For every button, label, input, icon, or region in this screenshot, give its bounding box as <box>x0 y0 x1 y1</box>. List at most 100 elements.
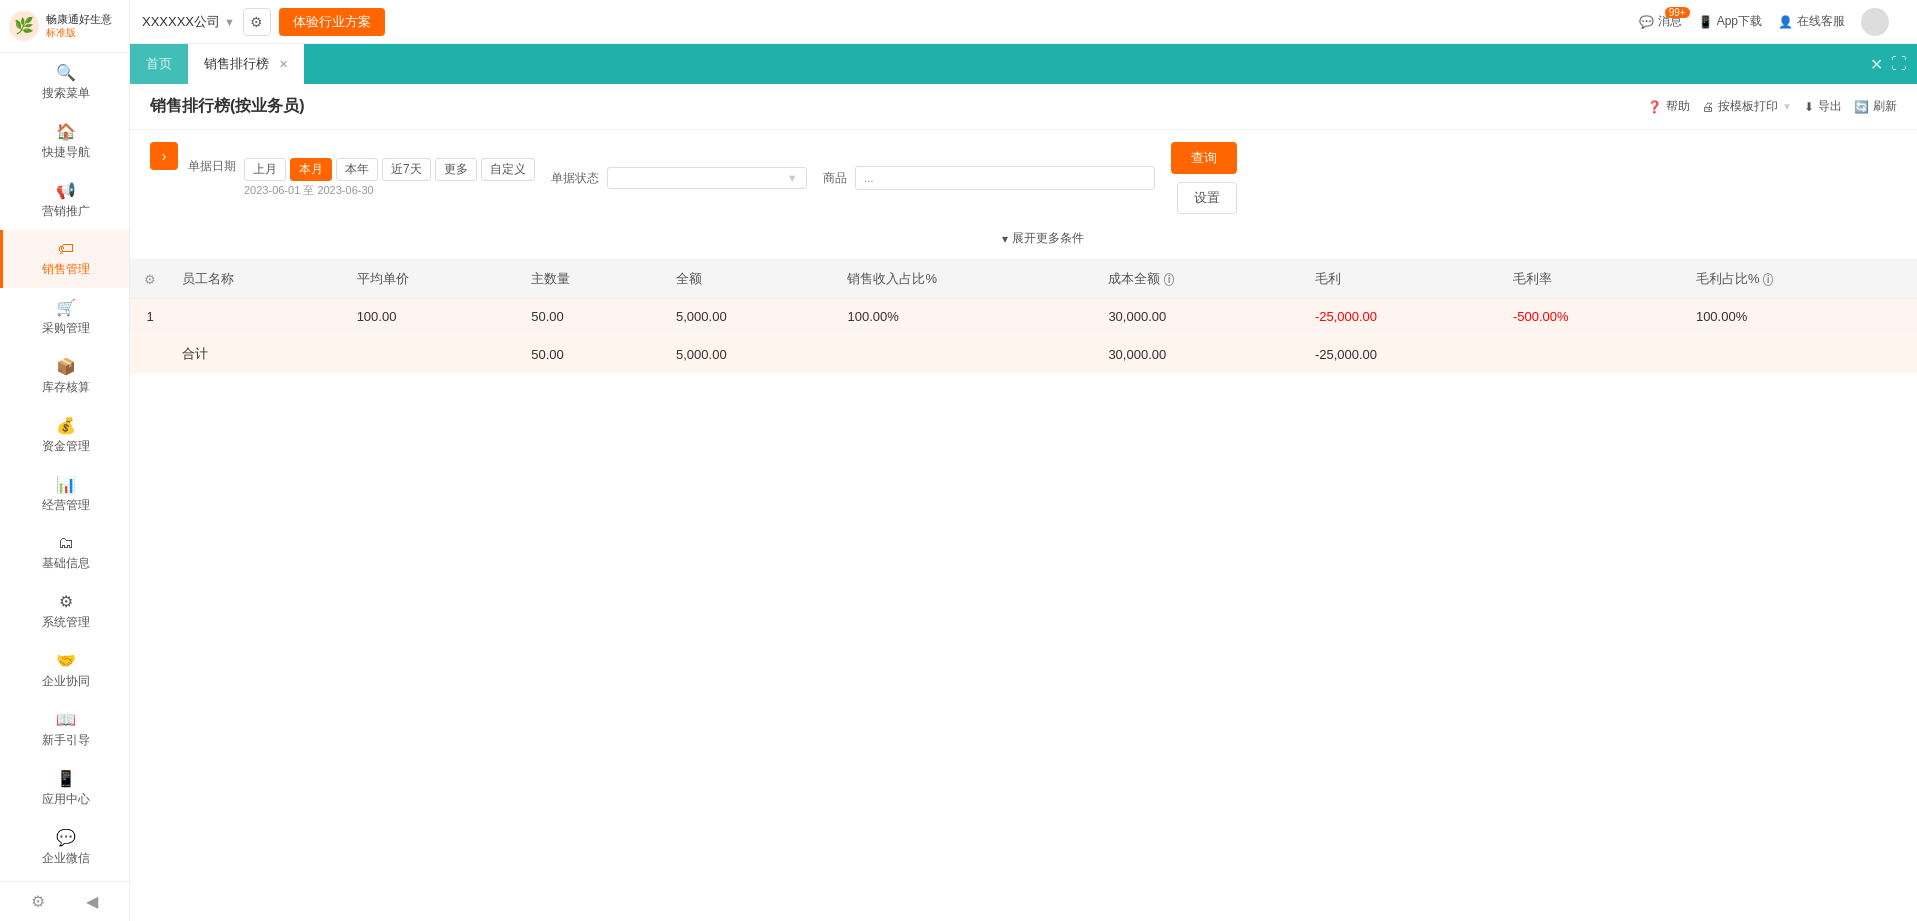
sidebar-item-marketing[interactable]: 📢 营销推广 <box>0 171 129 230</box>
operations-icon: 📊 <box>56 475 76 494</box>
basic-info-label: 基础信息 <box>42 555 90 572</box>
wechat-icon: 💬 <box>56 828 76 847</box>
date-btn-this-year[interactable]: 本年 <box>336 158 378 181</box>
message-action[interactable]: 💬 消息 99+ <box>1639 13 1682 30</box>
expand-more-button[interactable]: ▾ 展开更多条件 <box>1002 230 1084 247</box>
tab-sales-rank[interactable]: 销售排行榜 ✕ <box>188 44 304 84</box>
footer-avg <box>345 335 520 374</box>
table-header-row: ⚙ 员工名称 平均单价 主数量 全额 销售收入占比% 成本全额 i 毛利 毛利率 <box>130 260 1917 299</box>
status-select[interactable]: ▼ <box>607 167 807 189</box>
sidebar-item-app-center[interactable]: 📱 应用中心 <box>0 759 129 818</box>
finance-label: 资金管理 <box>42 438 90 455</box>
sidebar-item-guide[interactable]: 📖 新手引导 <box>0 700 129 759</box>
cell-total: 5,000.00 <box>664 299 835 335</box>
app-center-icon: 📱 <box>56 769 76 788</box>
col-gross-rate: 毛利率 <box>1501 260 1684 299</box>
date-btn-last-month[interactable]: 上月 <box>244 158 286 181</box>
quick-nav-icon: 🏠 <box>56 122 76 141</box>
online-service-action[interactable]: 👤 在线客服 <box>1778 13 1845 30</box>
main-area: XXXXXX公司 ▼ ⚙ 体验行业方案 💬 消息 99+ 📱 App下载 👤 在… <box>130 0 1917 921</box>
sidebar-item-operations[interactable]: 📊 经营管理 <box>0 465 129 524</box>
trial-button[interactable]: 体验行业方案 <box>279 8 385 36</box>
footer-quantity: 50.00 <box>519 335 664 374</box>
print-icon: 🖨 <box>1702 100 1714 114</box>
export-button[interactable]: ⬇ 导出 <box>1804 98 1842 115</box>
company-selector[interactable]: XXXXXX公司 ▼ <box>142 13 235 31</box>
tabbar-right: ✕ ⛶ <box>1870 55 1917 74</box>
search-icon: 🔍 <box>56 63 76 82</box>
help-button[interactable]: ❓ 帮助 <box>1647 98 1690 115</box>
user-avatar[interactable] <box>1861 8 1889 36</box>
page-title: 销售排行榜(按业务员) <box>150 96 305 117</box>
status-filter-group: 单据状态 ▼ <box>551 167 807 189</box>
collapse-filter-button[interactable]: › <box>150 142 178 170</box>
purchase-icon: 🛒 <box>56 298 76 317</box>
date-btn-custom[interactable]: 自定义 <box>481 158 535 181</box>
close-window-icon[interactable]: ✕ <box>1870 55 1883 74</box>
maximize-icon[interactable]: ⛶ <box>1891 55 1907 73</box>
table-settings-icon[interactable]: ⚙ <box>144 272 156 287</box>
col-settings: ⚙ <box>130 260 170 299</box>
sidebar-item-enterprise[interactable]: 🤝 企业协同 <box>0 641 129 700</box>
system-icon: ⚙ <box>59 592 73 611</box>
company-chevron-icon: ▼ <box>224 16 235 28</box>
cell-gross-rate: -500.00% <box>1501 299 1684 335</box>
date-btn-7days[interactable]: 近7天 <box>382 158 431 181</box>
sidebar-item-inventory[interactable]: 📦 库存核算 <box>0 347 129 406</box>
print-button[interactable]: 🖨 按模板打印 ▼ <box>1702 98 1792 115</box>
expand-label: 展开更多条件 <box>1012 230 1084 247</box>
page-actions: ❓ 帮助 🖨 按模板打印 ▼ ⬇ 导出 🔄 刷新 <box>1647 98 1897 115</box>
app-subtitle: 标准版 <box>46 26 112 40</box>
sidebar-nav: 🔍 搜索菜单 🏠 快捷导航 📢 营销推广 🏷 销售管理 🛒 采购管理 📦 库存核… <box>0 53 129 881</box>
right-buttons: 查询 设置 <box>1171 142 1237 214</box>
inventory-label: 库存核算 <box>42 379 90 396</box>
sales-table: ⚙ 员工名称 平均单价 主数量 全额 销售收入占比% 成本全额 i 毛利 毛利率 <box>130 260 1917 374</box>
sidebar-item-basic-info[interactable]: 🗂 基础信息 <box>0 524 129 582</box>
page-header: 销售排行榜(按业务员) ❓ 帮助 🖨 按模板打印 ▼ ⬇ 导出 <box>130 84 1917 130</box>
refresh-button[interactable]: 🔄 刷新 <box>1854 98 1897 115</box>
app-download-action[interactable]: 📱 App下载 <box>1698 13 1762 30</box>
cell-gross: -25,000.00 <box>1303 299 1501 335</box>
sales-label: 销售管理 <box>42 261 90 278</box>
table-area: ⚙ 员工名称 平均单价 主数量 全额 销售收入占比% 成本全额 i 毛利 毛利率 <box>130 260 1917 374</box>
sidebar-item-finance[interactable]: 💰 资金管理 <box>0 406 129 465</box>
search-button[interactable]: 查询 <box>1171 142 1237 174</box>
footer-cost: 30,000.00 <box>1096 335 1302 374</box>
guide-label: 新手引导 <box>42 732 90 749</box>
sales-rank-tab-label: 销售排行榜 <box>204 55 269 73</box>
col-gross-pct: 毛利占比% i <box>1684 260 1917 299</box>
collapse-icon[interactable]: ◀ <box>86 892 98 911</box>
totals-row: 合计 50.00 5,000.00 30,000.00 -25,000.00 <box>130 335 1917 374</box>
gear-button[interactable]: ⚙ <box>243 8 271 36</box>
export-icon: ⬇ <box>1804 100 1814 114</box>
goods-select[interactable]: ... <box>855 166 1155 190</box>
tab-home[interactable]: 首页 <box>130 44 188 84</box>
svg-text:🌿: 🌿 <box>14 16 34 35</box>
date-btn-more[interactable]: 更多 <box>435 158 477 181</box>
date-range-buttons: 上月 本月 本年 近7天 更多 自定义 <box>244 158 535 181</box>
sidebar-item-purchase[interactable]: 🛒 采购管理 <box>0 288 129 347</box>
col-avg-price: 平均单价 <box>345 260 520 299</box>
sidebar-item-wechat[interactable]: 💬 企业微信 <box>0 818 129 877</box>
sidebar-item-quick-nav[interactable]: 🏠 快捷导航 <box>0 112 129 171</box>
help-icon: ❓ <box>1647 100 1662 114</box>
cell-cost: 30,000.00 <box>1096 299 1302 335</box>
refresh-icon: 🔄 <box>1854 100 1869 114</box>
footer-total: 5,000.00 <box>664 335 835 374</box>
sidebar-bottom: ⚙ ◀ <box>0 881 129 921</box>
filter-area: › 单据日期 上月 本月 本年 <box>130 130 1917 260</box>
date-btn-this-month[interactable]: 本月 <box>290 158 332 181</box>
guide-icon: 📖 <box>56 710 76 729</box>
sidebar-item-sales[interactable]: 🏷 销售管理 <box>0 230 129 288</box>
col-quantity: 主数量 <box>519 260 664 299</box>
table-row: 1 100.00 50.00 5,000.00 100.00% 30,000.0… <box>130 299 1917 335</box>
footer-label: 合计 <box>170 335 345 374</box>
sidebar-item-search[interactable]: 🔍 搜索菜单 <box>0 53 129 112</box>
footer-gross-rate <box>1501 335 1684 374</box>
system-label: 系统管理 <box>42 614 90 631</box>
expand-icon: ▾ <box>1002 232 1008 246</box>
settings-button[interactable]: 设置 <box>1177 182 1237 214</box>
sidebar-item-system[interactable]: ⚙ 系统管理 <box>0 582 129 641</box>
settings-bottom-icon[interactable]: ⚙ <box>31 892 45 911</box>
tab-close-icon[interactable]: ✕ <box>279 58 288 71</box>
